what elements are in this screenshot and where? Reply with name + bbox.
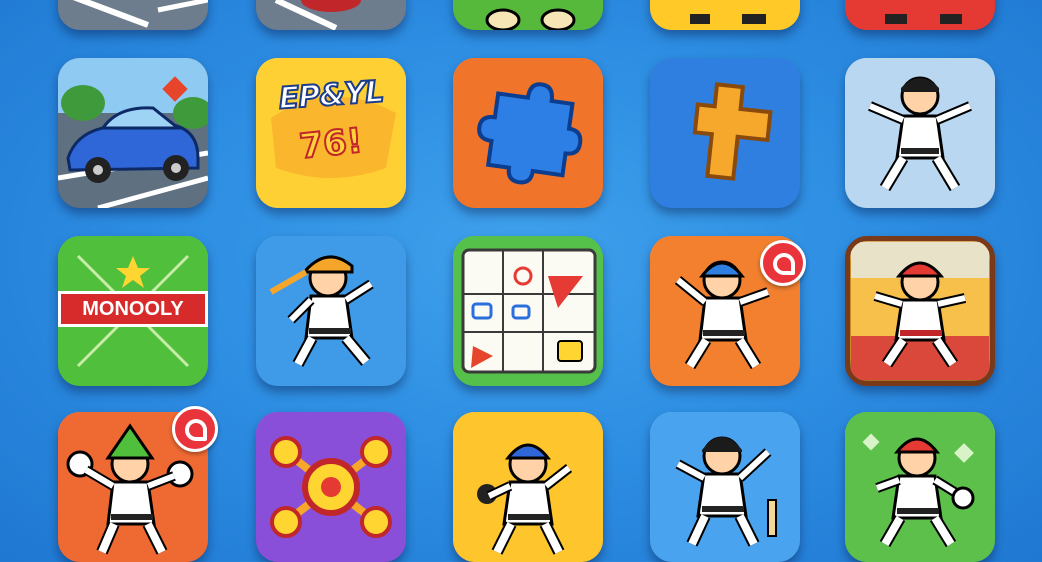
board-game-tile[interactable]	[453, 236, 603, 386]
car-illustration	[58, 58, 208, 208]
ninja-character-icon	[256, 236, 406, 386]
purple-spinner-tile[interactable]	[256, 412, 406, 562]
logo-game-tile[interactable]: EP&YL 76!	[256, 58, 406, 208]
racing-game-tile[interactable]	[58, 0, 208, 30]
karate-character-icon	[453, 412, 603, 562]
yellow-game-tile[interactable]	[650, 0, 800, 30]
karate-fighter-tile[interactable]	[845, 58, 995, 208]
notification-badge-icon[interactable]	[760, 240, 806, 286]
blue-puzzle-tile[interactable]	[453, 58, 603, 208]
karate-character-icon	[650, 412, 800, 562]
spinner-icon	[256, 412, 406, 562]
orange-puzzle-tile[interactable]	[650, 58, 800, 208]
yellow-karate-tile[interactable]	[453, 412, 603, 562]
karate-character-icon	[845, 412, 995, 562]
monopoly-tile[interactable]: MONOOLY	[58, 236, 208, 386]
red-game-tile[interactable]	[845, 0, 995, 30]
ninja-fighter-tile[interactable]	[256, 236, 406, 386]
app-icon-grid: EP&YL 76! MONOOLY	[0, 0, 1042, 562]
karate-character-icon	[851, 242, 989, 380]
racing-game-2-tile[interactable]	[256, 0, 406, 30]
green-karate-tile[interactable]	[845, 412, 995, 562]
puzzle-piece-icon	[650, 58, 800, 208]
notification-badge-icon[interactable]	[172, 406, 218, 452]
green-game-tile[interactable]	[453, 0, 603, 30]
monopoly-banner: MONOOLY	[58, 291, 208, 327]
blue-karate-tile[interactable]	[650, 412, 800, 562]
karate-red-helmet-tile[interactable]	[845, 236, 995, 386]
game-board-icon	[453, 236, 603, 386]
puzzle-piece-icon	[453, 58, 603, 208]
karate-character-icon	[845, 58, 995, 208]
car-game-tile[interactable]	[58, 58, 208, 208]
